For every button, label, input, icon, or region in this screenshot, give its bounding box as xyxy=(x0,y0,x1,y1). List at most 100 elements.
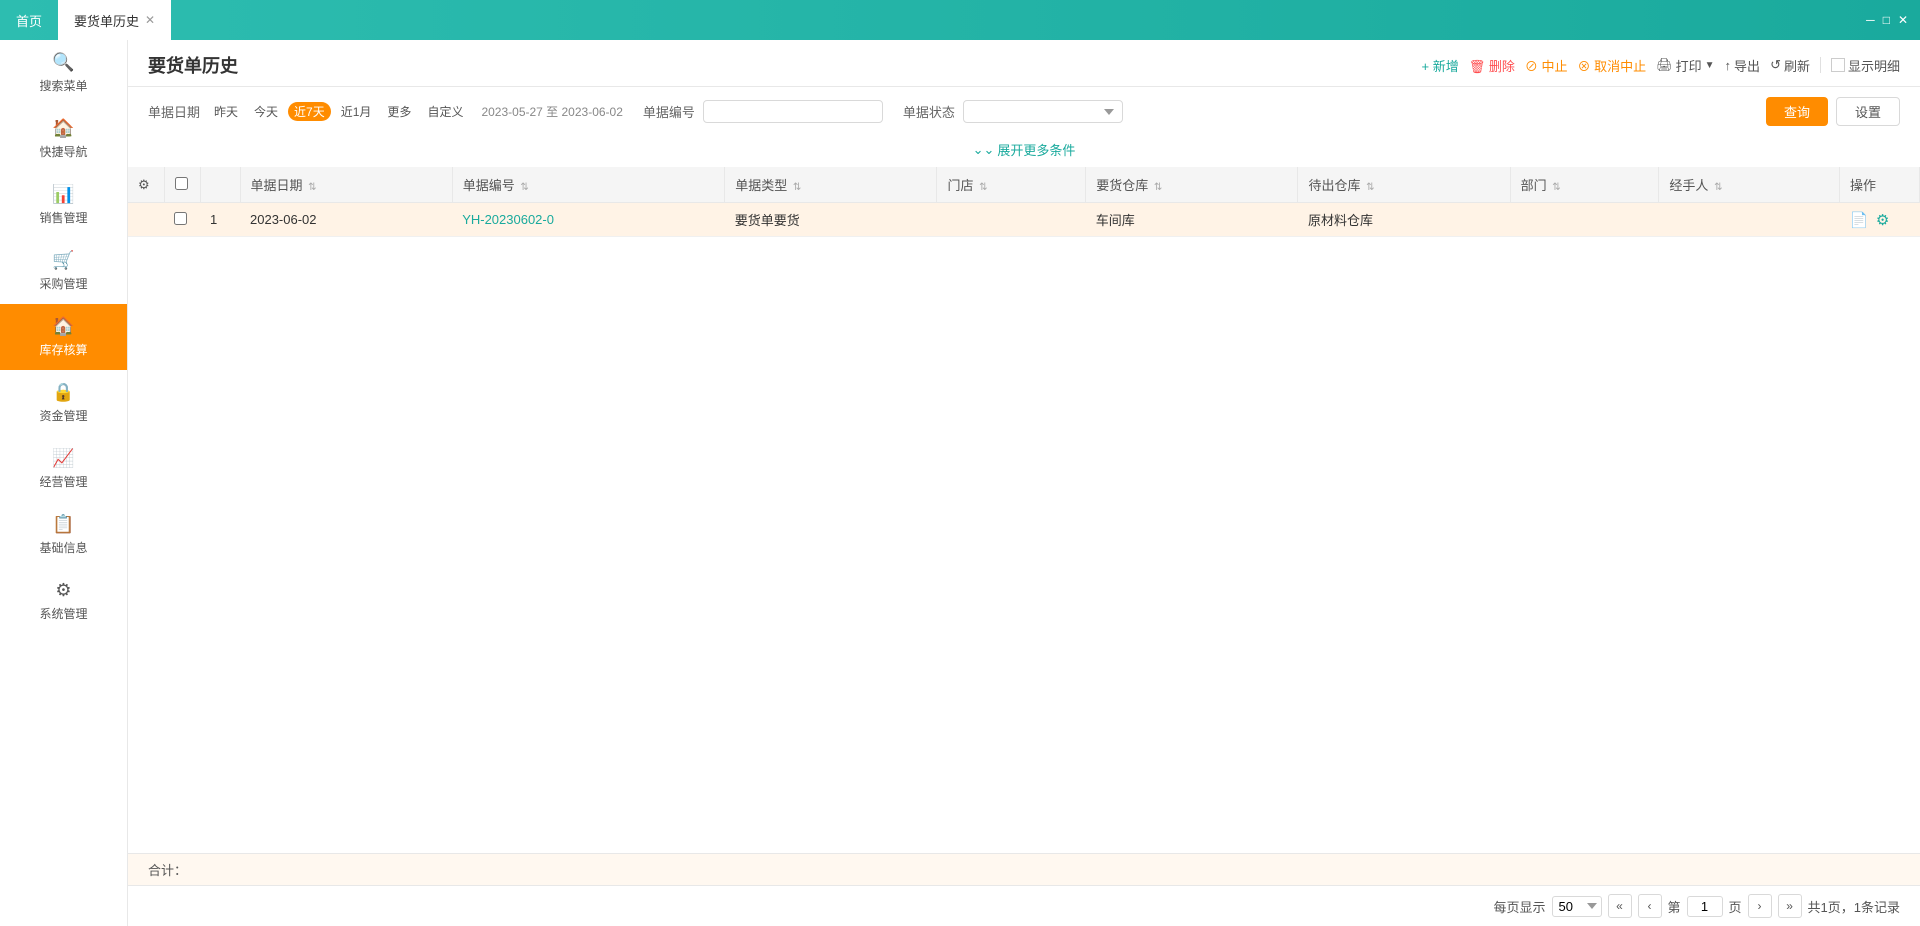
export-button[interactable]: ↑ 导出 xyxy=(1725,56,1761,75)
cart-icon: 🛒 xyxy=(52,250,74,271)
first-page-btn[interactable]: « xyxy=(1608,894,1632,918)
row-more-btn[interactable]: ⚙ xyxy=(1876,212,1889,229)
sidebar-item-system[interactable]: ⚙ 系统管理 xyxy=(0,568,127,634)
date-option-custom[interactable]: 自定义 xyxy=(421,102,469,121)
select-all-checkbox[interactable] xyxy=(175,177,188,190)
last-page-btn[interactable]: » xyxy=(1778,894,1802,918)
filter-row-2: ⌄⌄ 展开更多条件 xyxy=(148,134,1900,167)
page-input[interactable] xyxy=(1687,896,1723,917)
row-bill-no[interactable]: YH-20230602-0 xyxy=(452,203,725,237)
date-option-7days[interactable]: 近7天 xyxy=(288,102,331,121)
col-bill-no-label: 单据编号 xyxy=(463,178,515,193)
col-index xyxy=(200,167,240,203)
col-checkbox xyxy=(164,167,200,203)
bill-no-label: 单据编号 xyxy=(643,102,695,121)
export-icon: ↑ xyxy=(1725,58,1732,73)
row-edit-btn[interactable]: 📄 xyxy=(1850,212,1869,229)
col-bill-type-label: 单据类型 xyxy=(735,178,787,193)
status-select[interactable] xyxy=(963,100,1123,123)
close-btn[interactable]: ✕ xyxy=(1898,13,1908,27)
print-button[interactable]: 🖨 打印 ▼ xyxy=(1656,56,1714,75)
date-option-today[interactable]: 今天 xyxy=(248,102,284,121)
sidebar-item-quicknav-label: 快捷导航 xyxy=(39,143,87,160)
bill-no-link[interactable]: YH-20230602-0 xyxy=(462,212,554,227)
col-department-label: 部门 xyxy=(1521,178,1547,193)
col-pending-warehouse[interactable]: 待出仓库 ⇅ xyxy=(1298,167,1510,203)
col-bill-type[interactable]: 单据类型 ⇅ xyxy=(725,167,937,203)
stop-button[interactable]: ⊘ 中止 xyxy=(1525,56,1568,75)
table-row[interactable]: 1 2023-06-02 YH-20230602-0 要货单要货 车间库 原材料… xyxy=(128,203,1920,237)
search-button[interactable]: 查询 xyxy=(1766,97,1828,126)
col-department[interactable]: 部门 ⇅ xyxy=(1510,167,1659,203)
sidebar-item-quick-nav[interactable]: 🏠 快捷导航 xyxy=(0,106,127,172)
col-req-warehouse[interactable]: 要货仓库 ⇅ xyxy=(1086,167,1298,203)
col-req-warehouse-label: 要货仓库 xyxy=(1096,178,1148,193)
date-option-1month[interactable]: 近1月 xyxy=(335,102,378,121)
window-controls: ─ □ ✕ xyxy=(1866,13,1920,27)
bill-no-input[interactable] xyxy=(703,100,883,123)
refresh-button[interactable]: ↺ 刷新 xyxy=(1770,56,1810,75)
page-unit: 页 xyxy=(1729,897,1742,916)
export-label: 导出 xyxy=(1734,56,1760,75)
row-select-checkbox[interactable] xyxy=(174,212,187,225)
gear-icon: ⚙ xyxy=(55,580,71,601)
tab-close-icon[interactable]: ✕ xyxy=(145,13,155,27)
date-option-yesterday[interactable]: 昨天 xyxy=(208,102,244,121)
cancel-stop-button[interactable]: ⊗ 取消中止 xyxy=(1577,56,1646,75)
col-settings[interactable]: ⚙ xyxy=(128,167,164,203)
row-index: 1 xyxy=(200,203,240,237)
sort-bill-type-icon: ⇅ xyxy=(793,182,801,193)
maximize-btn[interactable]: □ xyxy=(1883,13,1890,27)
sidebar-item-basicinfo-label: 基础信息 xyxy=(39,539,87,556)
col-handler[interactable]: 经手人 ⇅ xyxy=(1659,167,1840,203)
sidebar-item-purchase[interactable]: 🛒 采购管理 xyxy=(0,238,127,304)
sidebar-item-basic-info[interactable]: 📋 基础信息 xyxy=(0,502,127,568)
date-range-display: 2023-05-27 至 2023-06-02 xyxy=(481,103,622,120)
tab-list: 首页 要货单历史 ✕ xyxy=(0,0,171,40)
inventory-icon: 🏠 xyxy=(52,316,74,337)
minimize-btn[interactable]: ─ xyxy=(1866,13,1875,27)
date-option-more[interactable]: 更多 xyxy=(381,102,417,121)
sort-store-icon: ⇅ xyxy=(979,182,987,193)
sidebar-item-finance[interactable]: 🔒 资金管理 xyxy=(0,370,127,436)
filter-row-1: 单据日期 昨天 今天 近7天 近1月 更多 自定义 2023-05-27 至 2… xyxy=(148,97,1900,134)
total-info: 共1页，1条记录 xyxy=(1808,897,1900,916)
per-page-select[interactable]: 50 20 100 xyxy=(1552,896,1602,917)
sidebar-item-sales[interactable]: 📊 销售管理 xyxy=(0,172,127,238)
row-checkbox[interactable] xyxy=(164,203,200,237)
tab-requisition-history[interactable]: 要货单历史 ✕ xyxy=(58,0,171,40)
top-bar: 首页 要货单历史 ✕ ─ □ ✕ xyxy=(0,0,1920,40)
col-bill-no[interactable]: 单据编号 ⇅ xyxy=(452,167,725,203)
refresh-icon: ↺ xyxy=(1770,57,1781,73)
sidebar-item-finance-label: 资金管理 xyxy=(39,407,87,424)
sidebar-item-operations[interactable]: 📈 经营管理 xyxy=(0,436,127,502)
prev-page-btn[interactable]: ‹ xyxy=(1638,894,1662,918)
col-bill-date[interactable]: 单据日期 ⇅ xyxy=(240,167,452,203)
row-operations: 📄 ⚙ xyxy=(1840,203,1920,237)
tab-home[interactable]: 首页 xyxy=(0,0,58,40)
table-wrapper: ⚙ 单据日期 ⇅ 单据编号 ⇅ xyxy=(128,167,1920,853)
sidebar-item-operations-label: 经营管理 xyxy=(39,473,87,490)
display-detail-toggle[interactable]: 显示明细 xyxy=(1831,56,1900,75)
sort-bill-no-icon: ⇅ xyxy=(520,182,528,193)
date-options: 昨天 今天 近7天 近1月 更多 自定义 xyxy=(208,102,469,121)
next-page-btn[interactable]: › xyxy=(1748,894,1772,918)
print-dropdown-icon: ▼ xyxy=(1705,60,1715,71)
sidebar-item-inventory[interactable]: 🏠 库存核算 xyxy=(0,304,127,370)
display-detail-checkbox[interactable] xyxy=(1831,58,1845,72)
toolbar-divider xyxy=(1820,57,1821,73)
print-label: 打印 xyxy=(1676,56,1702,75)
expand-more-btn[interactable]: ⌄⌄ 展开更多条件 xyxy=(973,140,1076,159)
tab-requisition-label: 要货单历史 xyxy=(74,11,139,30)
settings-button[interactable]: 设置 xyxy=(1836,97,1900,126)
col-pending-warehouse-label: 待出仓库 xyxy=(1308,178,1360,193)
expand-icon: ⌄⌄ xyxy=(973,142,995,158)
col-store[interactable]: 门店 ⇅ xyxy=(937,167,1086,203)
sidebar-item-search-menu[interactable]: 🔍 搜索菜单 xyxy=(0,40,127,106)
row-department xyxy=(1510,203,1659,237)
delete-button[interactable]: 🗑 删除 xyxy=(1469,56,1515,75)
main-layout: 🔍 搜索菜单 🏠 快捷导航 📊 销售管理 🛒 采购管理 🏠 库存核算 🔒 资金管… xyxy=(0,40,1920,926)
sort-req-warehouse-icon: ⇅ xyxy=(1154,182,1162,193)
new-button[interactable]: + 新增 xyxy=(1422,56,1459,75)
page-header: 要货单历史 + 新增 🗑 删除 ⊘ 中止 ⊗ 取消中止 🖨 打印 ▼ ↑ 导出 … xyxy=(128,40,1920,87)
